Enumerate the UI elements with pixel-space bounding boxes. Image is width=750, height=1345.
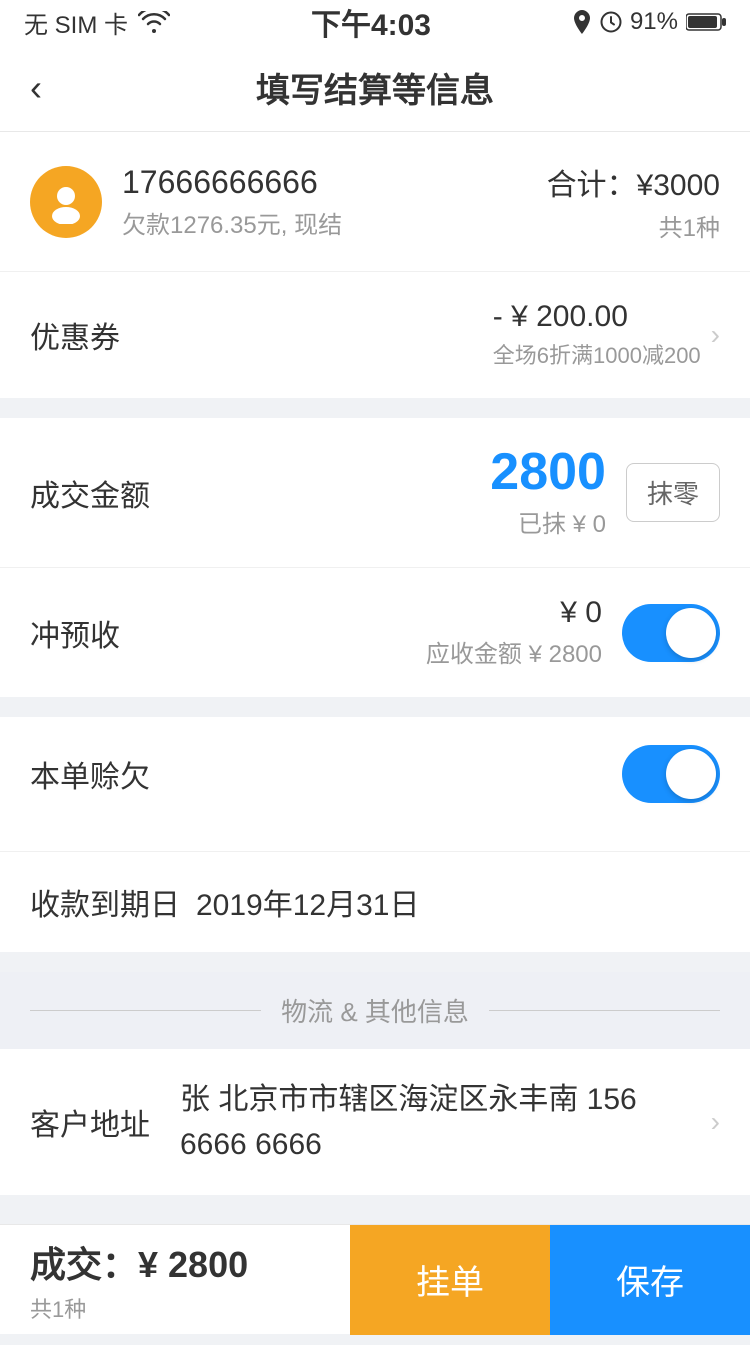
- status-left: 无 SIM 卡: [24, 5, 170, 40]
- battery-text: 91%: [630, 8, 678, 36]
- coupon-right: - ¥ 200.00 全场6折满1000减200 ›: [493, 300, 720, 370]
- coupon-label: 优惠券: [30, 313, 120, 357]
- toggle-knob: [666, 608, 716, 658]
- amount-section: 成交金额 2800 已抹 ¥ 0 抹零 冲预收 ¥ 0 应收金额 ¥ 2800: [0, 418, 750, 697]
- wifi-icon: [138, 11, 170, 33]
- user-sub: 欠款1276.35元, 现结: [122, 205, 342, 240]
- precollect-value: ¥ 0: [426, 596, 602, 630]
- bottom-summary: 成交：¥ 2800 共1种: [0, 1236, 350, 1324]
- page-title: 填写结算等信息: [256, 63, 494, 112]
- sim-status: 无 SIM 卡: [24, 5, 128, 40]
- coupon-detail: 全场6折满1000减200: [493, 338, 701, 370]
- user-avatar: [30, 166, 102, 238]
- user-total: 合计：¥3000: [547, 160, 720, 204]
- nav-bar: ‹ 填写结算等信息: [0, 44, 750, 132]
- coupon-discount: - ¥ 200.00: [493, 300, 701, 334]
- save-button[interactable]: 保存: [550, 1225, 750, 1335]
- user-right: 合计：¥3000 共1种: [547, 160, 720, 243]
- bottom-count: 共1种: [30, 1292, 320, 1324]
- address-section[interactable]: 客户地址 张 北京市市辖区海淀区永丰南 156 6666 6666 ›: [0, 1049, 750, 1195]
- avatar-icon: [44, 180, 88, 224]
- user-info-text: 17666666666 欠款1276.35元, 现结: [122, 164, 342, 240]
- duedate-section: 收款到期日 2019年12月31日: [0, 851, 750, 952]
- section-divider: 物流 & 其他信息: [0, 972, 750, 1049]
- user-info-row: 17666666666 欠款1276.35元, 现结 合计：¥3000 共1种: [0, 132, 750, 271]
- duedate-label: 收款到期日: [30, 880, 180, 924]
- divider-line-right: [489, 1010, 720, 1011]
- note-label: 本单赊欠: [30, 752, 150, 796]
- coupon-row[interactable]: 优惠券 - ¥ 200.00 全场6折满1000减200 ›: [0, 271, 750, 398]
- amount-right-group: 2800 已抹 ¥ 0 抹零: [490, 446, 720, 539]
- amount-value-group: 2800 已抹 ¥ 0: [490, 446, 606, 539]
- status-right: 91%: [572, 8, 726, 36]
- bottom-bar: 成交：¥ 2800 共1种 挂单 保存: [0, 1224, 750, 1334]
- amount-sub: 已抹 ¥ 0: [490, 504, 606, 539]
- divider-line-left: [30, 1010, 261, 1011]
- precollect-receivable: 应收金额 ¥ 2800: [426, 634, 602, 669]
- user-phone: 17666666666: [122, 164, 342, 201]
- bottom-deal-label: 成交：: [30, 1244, 138, 1285]
- duedate-row: 收款到期日 2019年12月31日: [30, 880, 720, 924]
- clock-icon: [600, 11, 622, 33]
- hold-button[interactable]: 挂单: [350, 1225, 550, 1335]
- back-button[interactable]: ‹: [30, 67, 42, 109]
- content-area: 17666666666 欠款1276.35元, 现结 合计：¥3000 共1种 …: [0, 132, 750, 1345]
- round-button[interactable]: 抹零: [626, 463, 720, 522]
- duedate-value: 2019年12月31日: [196, 880, 419, 924]
- note-toggle[interactable]: [622, 745, 720, 803]
- precollect-label: 冲预收: [30, 611, 120, 655]
- single-note-section: 本单赊欠 收款到期日 2019年12月31日: [0, 717, 750, 952]
- note-toggle-knob: [666, 749, 716, 799]
- amount-row: 成交金额 2800 已抹 ¥ 0 抹零: [0, 418, 750, 567]
- precollect-right: ¥ 0 应收金额 ¥ 2800: [426, 596, 720, 669]
- bottom-deal: 成交：¥ 2800: [30, 1236, 320, 1288]
- status-time: 下午4:03: [311, 0, 431, 44]
- battery-icon: [686, 12, 726, 32]
- address-label: 客户地址: [30, 1100, 150, 1144]
- coupon-chevron-icon: ›: [711, 319, 720, 351]
- user-left: 17666666666 欠款1276.35元, 现结: [30, 164, 342, 240]
- amount-value: 2800: [490, 446, 606, 498]
- divider-text: 物流 & 其他信息: [281, 992, 469, 1029]
- location-icon: [572, 10, 592, 34]
- user-info-card: 17666666666 欠款1276.35元, 现结 合计：¥3000 共1种 …: [0, 132, 750, 398]
- amount-label: 成交金额: [30, 471, 150, 515]
- precollect-amount: ¥ 0 应收金额 ¥ 2800: [426, 596, 602, 669]
- coupon-info: - ¥ 200.00 全场6折满1000减200: [493, 300, 701, 370]
- address-content: 张 北京市市辖区海淀区永丰南 156 6666 6666: [180, 1077, 711, 1167]
- bottom-deal-amount: ¥ 2800: [138, 1244, 248, 1285]
- address-chevron-icon: ›: [711, 1106, 720, 1138]
- status-bar: 无 SIM 卡 下午4:03 91%: [0, 0, 750, 44]
- user-count: 共1种: [547, 208, 720, 243]
- precollect-row: 冲预收 ¥ 0 应收金额 ¥ 2800: [0, 567, 750, 697]
- note-row: 本单赊欠: [0, 717, 750, 831]
- precollect-toggle[interactable]: [622, 604, 720, 662]
